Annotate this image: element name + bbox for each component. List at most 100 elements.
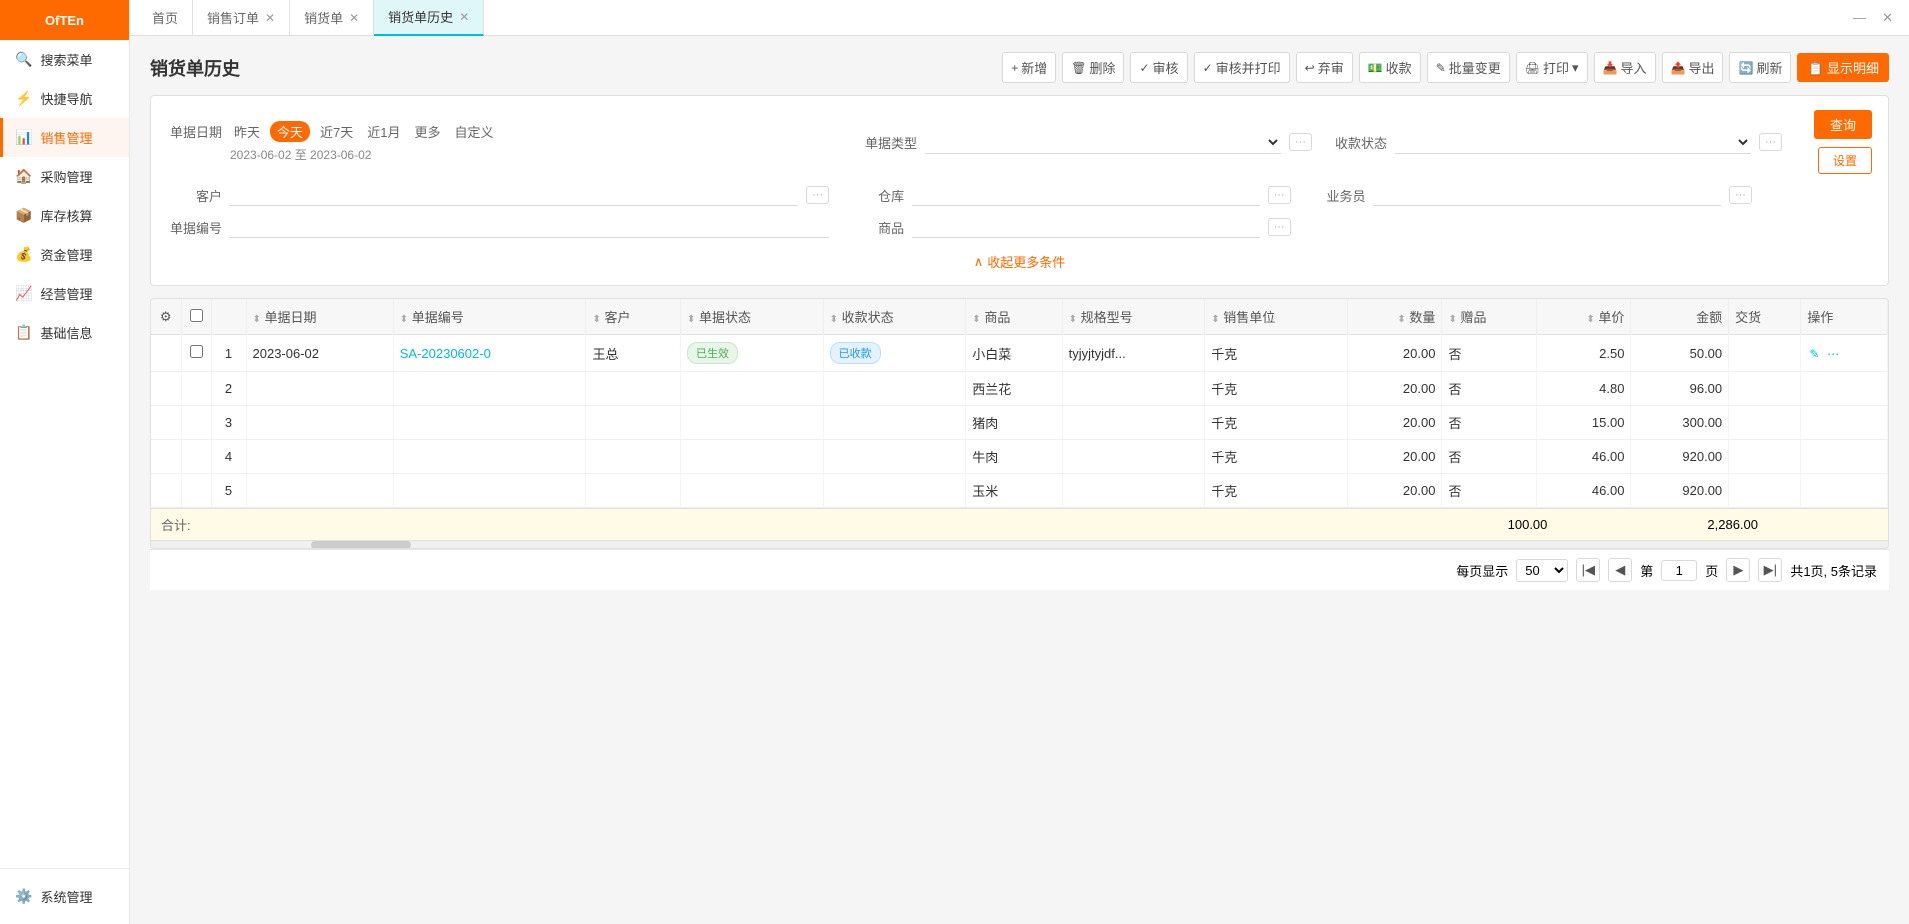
export-button[interactable]: 📤 导出 bbox=[1662, 52, 1724, 83]
warehouse-input[interactable] bbox=[912, 184, 1259, 206]
goods-col-header[interactable]: ⬍ 商品 bbox=[966, 299, 1062, 335]
row2-price: 4.80 bbox=[1536, 372, 1631, 406]
sidebar-item-basic[interactable]: 📋 基础信息 bbox=[0, 313, 129, 352]
row3-price: 15.00 bbox=[1536, 406, 1631, 440]
customer-ellipsis-btn[interactable]: ··· bbox=[806, 186, 829, 204]
sidebar-item-search[interactable]: 🔍 搜索菜单 bbox=[0, 40, 129, 79]
sidebar-item-quicknav[interactable]: ⚡ 快捷导航 bbox=[0, 79, 129, 118]
filter-goods-item: 商品 ··· bbox=[849, 216, 1290, 238]
row2-docno bbox=[393, 372, 586, 406]
reject-button[interactable]: ↩ 弃审 bbox=[1296, 52, 1353, 83]
salesperson-input[interactable] bbox=[1374, 184, 1721, 206]
payment-select[interactable] bbox=[1395, 130, 1751, 154]
last-page-btn[interactable]: ▶| bbox=[1758, 558, 1782, 582]
tab-minimize-btn[interactable]: — bbox=[1845, 10, 1874, 25]
yesterday-btn[interactable]: 昨天 bbox=[230, 121, 264, 142]
price-col-header[interactable]: ⬍ 单价 bbox=[1536, 299, 1631, 335]
customer-input[interactable] bbox=[230, 184, 798, 206]
sidebar-item-purchase[interactable]: 🏠 采购管理 bbox=[0, 157, 129, 196]
qty-col-header[interactable]: ⬍ 数量 bbox=[1347, 299, 1442, 335]
collect-button[interactable]: 💵 收款 bbox=[1359, 52, 1421, 83]
sidebar-item-sales[interactable]: 📊 销售管理 bbox=[0, 118, 129, 157]
sidebar-item-finance[interactable]: 💰 资金管理 bbox=[0, 235, 129, 274]
batch-change-button[interactable]: ✎ 批量变更 bbox=[1427, 52, 1510, 83]
select-all-checkbox[interactable] bbox=[190, 309, 203, 322]
last1month-btn[interactable]: 近1月 bbox=[363, 121, 404, 142]
next-page-btn[interactable]: ▶ bbox=[1726, 558, 1750, 582]
display-detail-button[interactable]: 📋 显示明细 bbox=[1797, 53, 1889, 82]
row1-gift: 否 bbox=[1442, 335, 1537, 372]
goods-ellipsis-btn[interactable]: ··· bbox=[1268, 218, 1291, 236]
row1-check[interactable] bbox=[190, 345, 203, 358]
approve-button[interactable]: ✓ 审核 bbox=[1130, 52, 1187, 83]
per-page-select[interactable]: 50 100 200 bbox=[1516, 559, 1568, 582]
row5-status bbox=[680, 474, 823, 508]
row2-status bbox=[680, 372, 823, 406]
salesperson-ellipsis-btn[interactable]: ··· bbox=[1729, 186, 1752, 204]
row1-edit-action[interactable]: ✎ bbox=[1809, 347, 1819, 361]
import-button[interactable]: 📥 导入 bbox=[1594, 52, 1656, 83]
purchase-icon: 🏠 bbox=[15, 168, 32, 185]
payment-col-header[interactable]: ⬍ 收款状态 bbox=[823, 299, 966, 335]
setup-button[interactable]: 设置 bbox=[1818, 147, 1872, 174]
more-btn[interactable]: 更多 bbox=[411, 121, 445, 142]
sidebar-item-operation[interactable]: 📈 经营管理 bbox=[0, 274, 129, 313]
row3-goods: 猪肉 bbox=[966, 406, 1062, 440]
close-sales-order-tab[interactable]: ✕ bbox=[265, 11, 275, 25]
filter-actions: 查询 设置 bbox=[1814, 110, 1872, 174]
spec-col-header[interactable]: ⬍ 规格型号 bbox=[1062, 299, 1205, 335]
tab-sales-order[interactable]: 销售订单 ✕ bbox=[193, 0, 290, 36]
close-sales-goods-tab[interactable]: ✕ bbox=[349, 11, 359, 25]
type-select[interactable] bbox=[925, 130, 1281, 154]
docno-col-header[interactable]: ⬍ 单据编号 bbox=[393, 299, 586, 335]
delete-button[interactable]: 🗑 删除 bbox=[1062, 52, 1124, 83]
custom-btn[interactable]: 自定义 bbox=[451, 121, 498, 142]
prev-page-btn[interactable]: ◀ bbox=[1608, 558, 1632, 582]
approve-print-button[interactable]: ✓ 审核并打印 bbox=[1194, 52, 1290, 83]
docno-input[interactable] bbox=[230, 216, 829, 238]
amount-col-header: 金额 bbox=[1631, 299, 1729, 335]
row1-docno[interactable]: SA-20230602-0 bbox=[393, 335, 586, 372]
gift-col-header[interactable]: ⬍ 赠品 bbox=[1442, 299, 1537, 335]
row4-date bbox=[246, 440, 393, 474]
goods-input[interactable] bbox=[912, 216, 1259, 238]
row1-checkbox[interactable] bbox=[181, 335, 211, 372]
collapse-button[interactable]: ∧ 收起更多条件 bbox=[167, 248, 1872, 279]
close-history-tab[interactable]: ✕ bbox=[459, 10, 469, 24]
search-icon: 🔍 bbox=[15, 51, 32, 68]
last7days-btn[interactable]: 近7天 bbox=[316, 121, 357, 142]
page-number-input[interactable] bbox=[1661, 560, 1697, 581]
data-table: ⚙ ⬍ 单据日期 ⬍ 单据编号 ⬍ 客户 bbox=[151, 299, 1888, 508]
sidebar-item-system[interactable]: ⚙️ 系统管理 bbox=[0, 877, 129, 916]
row4-spec bbox=[1062, 440, 1205, 474]
payment-ellipsis-btn[interactable]: ··· bbox=[1759, 133, 1782, 151]
row1-more-action[interactable]: ⋯ bbox=[1827, 347, 1839, 361]
first-page-btn[interactable]: |◀ bbox=[1576, 558, 1600, 582]
tab-home[interactable]: 首页 bbox=[138, 0, 193, 36]
query-button[interactable]: 查询 bbox=[1814, 110, 1872, 139]
tab-sales-history[interactable]: 销货单历史 ✕ bbox=[374, 0, 484, 36]
sidebar-item-inventory[interactable]: 📦 库存核算 bbox=[0, 196, 129, 235]
collapse-icon: ∧ bbox=[974, 254, 984, 270]
date-col-header[interactable]: ⬍ 单据日期 bbox=[246, 299, 393, 335]
data-table-wrap: ⚙ ⬍ 单据日期 ⬍ 单据编号 ⬍ 客户 bbox=[150, 298, 1889, 549]
settings-col-header[interactable]: ⚙ bbox=[151, 299, 181, 335]
new-button[interactable]: + 新增 bbox=[1002, 52, 1056, 83]
status-col-header[interactable]: ⬍ 单据状态 bbox=[680, 299, 823, 335]
horizontal-scrollbar[interactable] bbox=[151, 540, 1888, 548]
unit-col-header[interactable]: ⬍ 销售单位 bbox=[1205, 299, 1348, 335]
warehouse-ellipsis-btn[interactable]: ··· bbox=[1268, 186, 1291, 204]
scrollbar-thumb[interactable] bbox=[311, 541, 411, 549]
action-col-header: 操作 bbox=[1801, 299, 1888, 335]
row2-unit: 千克 bbox=[1205, 372, 1348, 406]
collect-icon: 💵 bbox=[1368, 61, 1383, 75]
customer-col-header[interactable]: ⬍ 客户 bbox=[586, 299, 681, 335]
tab-sales-goods[interactable]: 销货单 ✕ bbox=[290, 0, 374, 36]
tab-close-btn[interactable]: ✕ bbox=[1874, 10, 1901, 26]
checkbox-col-header[interactable] bbox=[181, 299, 211, 335]
today-btn[interactable]: 今天 bbox=[270, 121, 310, 142]
type-ellipsis-btn[interactable]: ··· bbox=[1289, 133, 1312, 151]
refresh-button[interactable]: 🔄 刷新 bbox=[1729, 52, 1791, 83]
print-button[interactable]: 🖨 打印 ▾ bbox=[1516, 52, 1588, 83]
delete-icon: 🗑 bbox=[1071, 61, 1086, 75]
